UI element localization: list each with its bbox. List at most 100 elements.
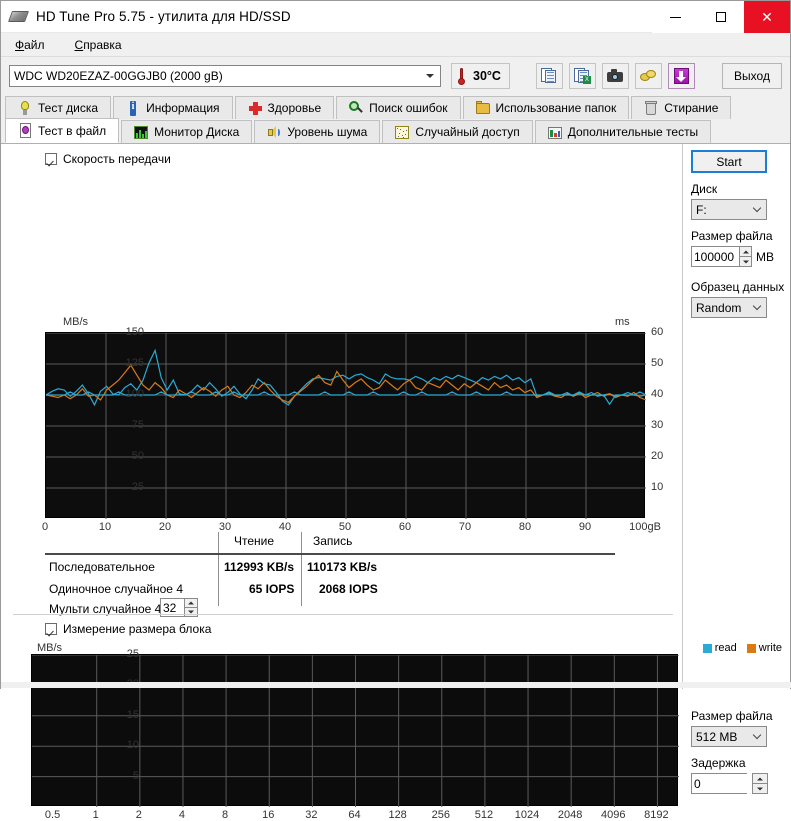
close-button[interactable]: ✕ [744, 1, 790, 33]
chart2-xtick: 2048 [557, 809, 583, 821]
section-divider [13, 614, 673, 615]
chart1-xtick: 100gB [629, 521, 661, 533]
chart1-ytick-right: 40 [651, 388, 664, 400]
pattern-label: Образец данных [691, 280, 785, 294]
stats-rnd-write: 2068 IOPS [319, 582, 378, 596]
stepper-down-icon[interactable] [752, 784, 768, 794]
chart1-xtick: 20 [158, 521, 172, 533]
tab-disk-monitor[interactable]: Монитор Диска [121, 120, 253, 143]
chart2-xtick: 4 [178, 809, 186, 821]
filesize-stepper[interactable]: MB [691, 246, 787, 267]
chart1-ytick-left: 75 [131, 419, 144, 431]
thermometer-icon [457, 67, 466, 85]
tab-label: Случайный доступ [415, 125, 520, 139]
stats-rnd-read: 65 IOPS [249, 582, 295, 596]
drive-select[interactable]: WDC WD20EZAZ-00GGJB0 (2000 gB) [9, 65, 441, 87]
chart1-ytick-right: 50 [651, 357, 664, 369]
drive-select-value: WDC WD20EZAZ-00GGJB0 (2000 gB) [14, 69, 223, 83]
transfer-rate-checkbox[interactable] [45, 153, 57, 165]
delay-input[interactable] [691, 773, 747, 794]
block-size-checkbox[interactable] [45, 623, 57, 635]
chart1-ytick-right: 20 [651, 450, 664, 462]
tab-label: Стирание [664, 101, 719, 115]
tab-information[interactable]: Информация [113, 96, 233, 119]
tab-file-benchmark[interactable]: Тест в файл [5, 118, 120, 143]
delay-stepper[interactable] [691, 773, 787, 794]
copy-report-icon [540, 68, 558, 84]
start-button[interactable]: Start [691, 150, 767, 173]
minimize-button[interactable] [652, 1, 698, 33]
tab-label: Использование папок [495, 101, 617, 115]
transfer-rate-label: Скорость передачи [63, 152, 171, 166]
maximize-button[interactable] [698, 1, 744, 33]
tab-random-access[interactable]: Случайный доступ [382, 120, 533, 143]
tab-bar-secondary: Тест в файл Монитор Диска Уровень шума С… [1, 118, 790, 144]
block-filesize-select[interactable]: 512 MB [691, 726, 767, 747]
file-test-icon [18, 123, 32, 138]
copy-report-button[interactable] [535, 63, 563, 89]
chart1-ytick-left: 50 [131, 450, 144, 462]
tab-label: Дополнительные тесты [567, 125, 699, 139]
chart2-xtick: 1 [92, 809, 99, 821]
filesize-input[interactable] [691, 246, 739, 267]
chart1-xtick: 70 [458, 521, 472, 533]
chart1-ytick-left: 25 [131, 481, 144, 493]
chart1-ytick-left: 125 [125, 357, 144, 369]
chart1-ylabel-right: ms [615, 316, 630, 328]
block-size-plot-area [31, 654, 679, 807]
tab-extra-tests[interactable]: Дополнительные тесты [534, 120, 712, 143]
disk-select[interactable]: F: [691, 199, 767, 220]
tab-bar-primary: Тест диска Информация Здоровье Поиск оши… [1, 95, 790, 119]
temperature-value: 30°C [473, 69, 501, 83]
screenshot-button[interactable] [601, 63, 629, 89]
legend-swatch-read [702, 643, 712, 653]
stepper-up-icon[interactable] [184, 598, 198, 608]
stepper-up-icon[interactable] [739, 246, 752, 257]
block-settings-panel: Размер файла 512 MB Задержка [691, 709, 787, 794]
tab-label: Тест в файл [38, 123, 107, 138]
chevron-down-icon [752, 301, 762, 310]
stats-header-read: Чтение [234, 534, 275, 548]
menu-help[interactable]: Справка [71, 36, 126, 54]
panel-divider [682, 144, 683, 689]
download-button[interactable] [667, 63, 695, 89]
stepper-down-icon[interactable] [739, 257, 752, 267]
transfer-rate-checkbox-row[interactable]: Скорость передачи [1, 144, 790, 168]
tab-folder-usage[interactable]: Использование папок [462, 96, 630, 119]
tab-disk-test[interactable]: Тест диска [5, 96, 112, 119]
tab-erase[interactable]: Стирание [631, 96, 732, 119]
menu-file[interactable]: Файл [11, 36, 49, 54]
chart2-xtick: 8 [222, 809, 229, 821]
stepper-down-icon[interactable] [184, 608, 198, 617]
benchmark-coins-button[interactable] [634, 63, 662, 89]
stepper-up-icon[interactable] [752, 773, 768, 784]
close-icon: ✕ [761, 9, 773, 25]
legend-item-write: write [746, 642, 782, 654]
chart2-ytick: 15 [126, 708, 139, 721]
folder-icon [475, 100, 490, 116]
export-excel-button[interactable]: X [568, 63, 596, 89]
hd-tune-window: HD Tune Pro 5.75 - утилита для HD/SSD ✕ … [0, 0, 791, 821]
stats-header-write: Запись [313, 534, 353, 548]
tab-label: Здоровье [267, 101, 322, 115]
chart1-xtick: 0 [41, 521, 49, 533]
tab-error-scan[interactable]: Поиск ошибок [336, 96, 461, 119]
chart2-legend: read write [702, 642, 782, 654]
tab-noise-level[interactable]: Уровень шума [254, 120, 381, 143]
cross-icon [248, 101, 262, 116]
chart1-xtick: 90 [578, 521, 592, 533]
block-size-label: Измерение размера блока [63, 622, 212, 636]
filesize-unit: MB [756, 249, 774, 264]
pattern-select[interactable]: Random [691, 297, 767, 318]
filesize-label: Размер файла [691, 229, 773, 243]
menu-bar: Файл Справка [1, 33, 790, 57]
chart1-xtick: 10 [98, 521, 112, 533]
block-size-checkbox-row[interactable]: Измерение размера блока [1, 622, 211, 638]
exit-button[interactable]: Выход [722, 63, 782, 89]
disk-label: Диск [691, 182, 718, 196]
stats-row-label: Одиночное случайное 4 [49, 582, 183, 596]
delay-label: Задержка [691, 756, 746, 770]
tab-health[interactable]: Здоровье [234, 96, 335, 119]
stats-seq-write: 110173 KB/s [307, 560, 378, 574]
chart2-xtick: 128 [388, 809, 407, 821]
